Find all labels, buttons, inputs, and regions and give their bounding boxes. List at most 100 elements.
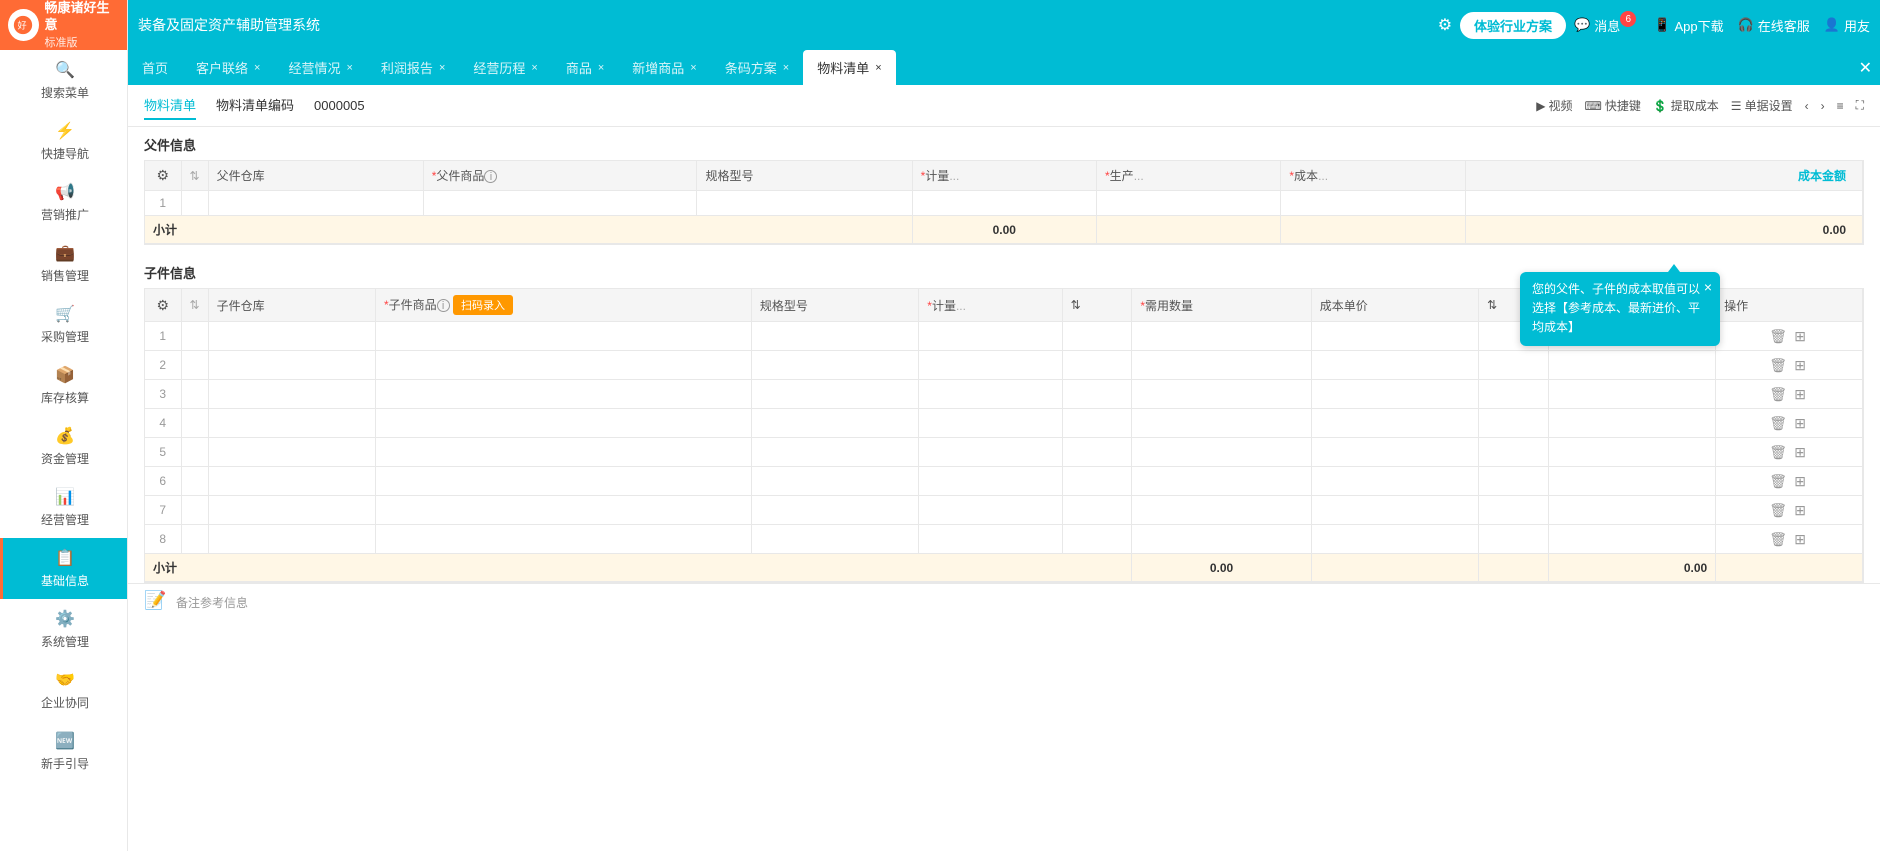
close-icon[interactable]: × xyxy=(531,62,537,74)
close-icon[interactable]: × xyxy=(783,62,789,74)
tab-history[interactable]: 经营历程× xyxy=(459,50,551,85)
child-product-2[interactable] xyxy=(375,351,751,380)
delete-icon[interactable]: 🗑 xyxy=(1769,530,1787,548)
subtotal-amount: 0.00 xyxy=(1465,216,1862,244)
child-warehouse-2[interactable] xyxy=(208,351,375,380)
tab-product[interactable]: 商品× xyxy=(552,50,618,85)
info-icon-child[interactable]: i xyxy=(437,299,450,312)
user-action[interactable]: 👤 用友 xyxy=(1824,16,1870,35)
parent-production-cell[interactable] xyxy=(1097,191,1281,216)
child-ucost-1[interactable] xyxy=(1311,322,1478,351)
delete-icon[interactable]: 🗑 xyxy=(1769,443,1787,461)
shortcut-btn[interactable]: ⌨ 快捷键 xyxy=(1584,97,1640,114)
sidebar-item-sales[interactable]: 💼 销售管理 xyxy=(0,233,127,294)
copy-icon[interactable]: ⊞ xyxy=(1791,385,1809,403)
parent-product-cell[interactable] xyxy=(423,191,697,216)
delete-icon[interactable]: 🗑 xyxy=(1769,414,1787,432)
tab-customer[interactable]: 客户联络× xyxy=(182,50,274,85)
next-btn[interactable]: › xyxy=(1821,99,1825,113)
child-reqd-1[interactable] xyxy=(1132,322,1311,351)
app-download-action[interactable]: 📱 App下载 xyxy=(1654,16,1723,35)
sidebar-item-inventory[interactable]: 📦 库存核算 xyxy=(0,355,127,416)
sidebar-item-marketing[interactable]: 📢 营销推广 xyxy=(0,172,127,233)
tab-new-product[interactable]: 新增商品× xyxy=(618,50,710,85)
scan-button[interactable]: 扫码录入 xyxy=(453,295,513,315)
parent-qty-cell[interactable] xyxy=(912,191,1096,216)
info-icon[interactable]: i xyxy=(484,170,497,183)
doc-settings-btn[interactable]: ☰ 单据设置 xyxy=(1731,97,1793,114)
copy-icon[interactable]: ⊞ xyxy=(1791,414,1809,432)
tab-bom[interactable]: 物料清单× xyxy=(803,50,895,85)
close-icon[interactable]: × xyxy=(346,62,352,74)
parent-cost-cell[interactable] xyxy=(1281,191,1465,216)
sidebar-item-system[interactable]: ⚙️ 系统管理 xyxy=(0,599,127,660)
trial-btn[interactable]: 体验行业方案 xyxy=(1460,12,1566,39)
tooltip-close-btn[interactable]: × xyxy=(1704,276,1712,298)
child-warehouse-1[interactable] xyxy=(208,322,375,351)
delete-icon[interactable]: 🗑 xyxy=(1769,385,1787,403)
copy-icon[interactable]: ⊞ xyxy=(1791,327,1809,345)
close-icon[interactable]: × xyxy=(254,62,260,74)
child-row-3: 3 🗑⊞ xyxy=(145,380,1863,409)
child-reqd-2[interactable] xyxy=(1132,351,1311,380)
close-icon[interactable]: × xyxy=(439,62,445,74)
finance-icon: 💰 xyxy=(55,426,75,446)
sidebar-item-basic-info[interactable]: 📋 基础信息 xyxy=(0,538,127,599)
tab-operations[interactable]: 经营情况× xyxy=(274,50,366,85)
child-row-4: 4 🗑⊞ xyxy=(145,409,1863,438)
copy-icon[interactable]: ⊞ xyxy=(1791,356,1809,374)
child-qty-2[interactable] xyxy=(919,351,1062,380)
expand-btn[interactable]: ⛶ xyxy=(1856,98,1864,113)
online-service-action[interactable]: 🎧 在线客服 xyxy=(1738,16,1810,35)
delete-icon[interactable]: 🗑 xyxy=(1769,356,1787,374)
video-btn[interactable]: ▶ 视频 xyxy=(1536,97,1572,114)
parent-warehouse-cell[interactable] xyxy=(208,191,423,216)
delete-icon[interactable]: 🗑 xyxy=(1769,501,1787,519)
col-settings-child[interactable]: ⚙ xyxy=(145,289,181,322)
prev-btn[interactable]: ‹ xyxy=(1805,99,1809,113)
sidebar-item-label: 资金管理 xyxy=(41,450,89,467)
sidebar-item-finance[interactable]: 💰 资金管理 xyxy=(0,416,127,477)
col-child-required-qty: *需用数量 xyxy=(1132,289,1311,322)
message-action[interactable]: 💬 消息 6 xyxy=(1574,16,1640,35)
logo-icon: 好 xyxy=(8,9,39,41)
child-qty-1[interactable] xyxy=(919,322,1062,351)
delete-icon[interactable]: 🗑 xyxy=(1769,472,1787,490)
child-product-1[interactable] xyxy=(375,322,751,351)
tab-barcode[interactable]: 条码方案× xyxy=(711,50,803,85)
copy-icon[interactable]: ⊞ xyxy=(1791,472,1809,490)
parent-spec-cell[interactable] xyxy=(697,191,912,216)
menu-btn[interactable]: ≡ xyxy=(1837,99,1844,113)
sidebar-item-operations[interactable]: 📊 经营管理 xyxy=(0,477,127,538)
copy-icon[interactable]: ⊞ xyxy=(1791,501,1809,519)
child-ucost-2[interactable] xyxy=(1311,351,1478,380)
col-settings-parent[interactable]: ⚙ xyxy=(145,161,181,191)
col-parent-spec: 规格型号 xyxy=(697,161,912,191)
copy-icon[interactable]: ⊞ xyxy=(1791,443,1809,461)
sidebar-item-purchase[interactable]: 🛒 采购管理 xyxy=(0,294,127,355)
col-parent-cost: *成本... xyxy=(1281,161,1465,191)
sidebar-nav: 🔍 搜索菜单 ⚡ 快捷导航 📢 营销推广 💼 销售管理 🛒 采购管理 📦 库存核… xyxy=(0,50,127,851)
tab-profit[interactable]: 利润报告× xyxy=(367,50,459,85)
delete-icon[interactable]: 🗑 xyxy=(1769,327,1787,345)
child-spec-2[interactable] xyxy=(751,351,918,380)
sidebar-item-enterprise[interactable]: 🤝 企业协同 xyxy=(0,660,127,721)
message-badge: 6 xyxy=(1620,11,1636,27)
sub-tab-code[interactable]: 物料清单编码 xyxy=(216,91,294,120)
sidebar-item-label: 销售管理 xyxy=(41,267,89,284)
app-download-icon: 📱 xyxy=(1654,17,1670,33)
settings-icon[interactable]: ⚙ xyxy=(1438,15,1452,35)
sidebar-item-quick-nav[interactable]: ⚡ 快捷导航 xyxy=(0,111,127,172)
child-spec-1[interactable] xyxy=(751,322,918,351)
close-icon[interactable]: × xyxy=(875,62,881,74)
extract-cost-btn[interactable]: 💲 提取成本 xyxy=(1653,97,1719,114)
close-icon[interactable]: × xyxy=(690,62,696,74)
copy-icon[interactable]: ⊞ xyxy=(1791,530,1809,548)
sidebar-item-guide[interactable]: 🆕 新手引导 xyxy=(0,721,127,782)
tab-home[interactable]: 首页 xyxy=(128,50,182,85)
close-icon[interactable]: × xyxy=(598,62,604,74)
child-row-7: 7 🗑⊞ xyxy=(145,496,1863,525)
sub-tab-bom[interactable]: 物料清单 xyxy=(144,91,196,120)
sidebar-item-search[interactable]: 🔍 搜索菜单 xyxy=(0,50,127,111)
close-all-icon[interactable]: ✕ xyxy=(1851,58,1880,78)
